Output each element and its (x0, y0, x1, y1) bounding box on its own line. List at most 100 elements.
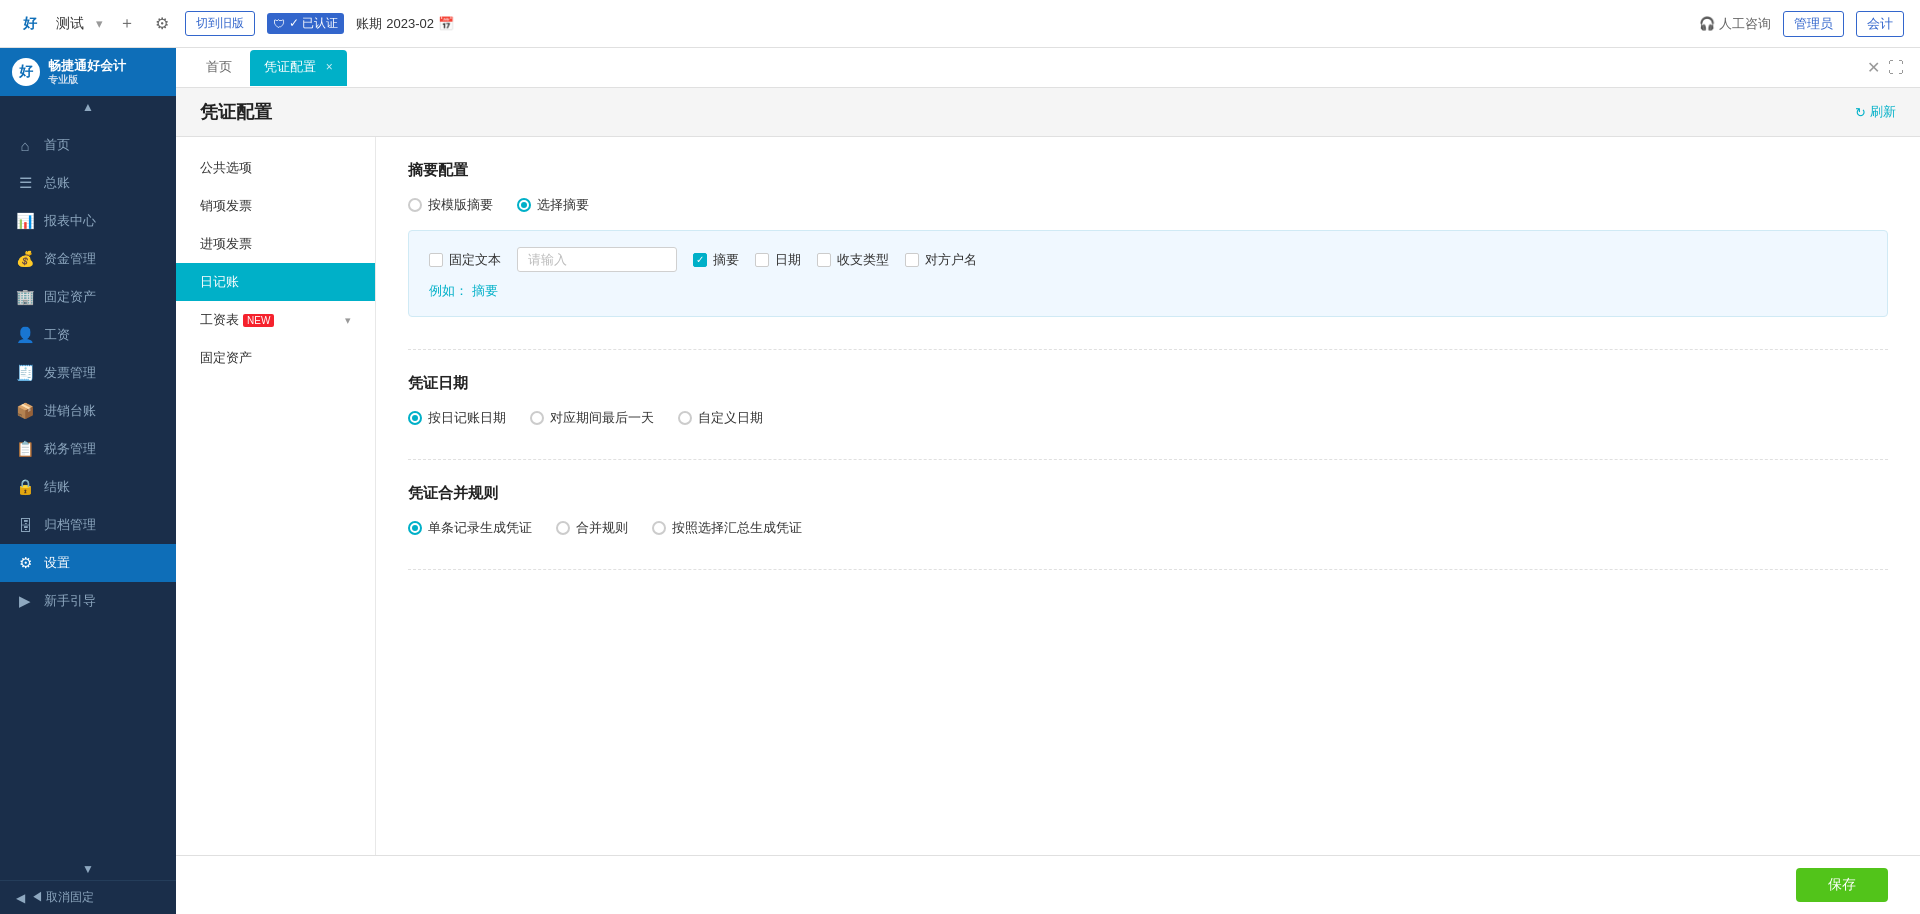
refresh-button[interactable]: ↻ 刷新 (1855, 103, 1896, 121)
sidebar-item-tax[interactable]: 📋 税务管理 (0, 430, 176, 468)
sidebar-item-invoice[interactable]: 🧾 发票管理 (0, 354, 176, 392)
radio-merge-circle (556, 521, 570, 535)
checkbox-counterpart[interactable]: 对方户名 (905, 251, 977, 269)
sidebar-item-purchase[interactable]: 📦 进销台账 (0, 392, 176, 430)
summary-config-row: 固定文本 ✓ 摘要 日期 (429, 247, 1867, 272)
admin-button[interactable]: 管理员 (1783, 11, 1844, 37)
logo-main: 畅捷通好会计 (48, 58, 126, 74)
fullscreen-button[interactable]: ⛶ (1888, 59, 1904, 77)
checkbox-date[interactable]: 日期 (755, 251, 801, 269)
radio-period-last[interactable]: 对应期间最后一天 (530, 409, 654, 427)
summary-radio-group: 按模版摘要 选择摘要 (408, 196, 1888, 214)
sidebar-item-guide[interactable]: ▶ 新手引导 (0, 582, 176, 620)
tab-actions: ✕ ⛶ (1867, 58, 1904, 77)
fixed-text-checkbox (429, 253, 443, 267)
tab-close-icon[interactable]: × (326, 60, 333, 74)
income-type-checkbox (817, 253, 831, 267)
page-title: 凭证配置 (200, 100, 272, 124)
counterpart-checkbox (905, 253, 919, 267)
sidebar-item-assets[interactable]: 🏢 固定资产 (0, 278, 176, 316)
summary-section: 摘要配置 按模版摘要 选择摘要 (408, 161, 1888, 317)
date-checkbox (755, 253, 769, 267)
radio-single[interactable]: 单条记录生成凭证 (408, 519, 532, 537)
checkbox-summary[interactable]: ✓ 摘要 (693, 251, 739, 269)
merge-title: 凭证合并规则 (408, 484, 1888, 503)
tab-voucher-config[interactable]: 凭证配置 × (250, 50, 347, 86)
logo-sub: 专业版 (48, 74, 126, 86)
sidebar-item-ledger[interactable]: ☰ 总账 (0, 164, 176, 202)
sidebar-item-salary[interactable]: 👤 工资 (0, 316, 176, 354)
save-bar: 保存 (176, 855, 1920, 914)
summary-title: 摘要配置 (408, 161, 1888, 180)
left-nav-purchase-invoice[interactable]: 进项发票 (176, 225, 375, 263)
service-button[interactable]: 🎧 人工咨询 (1699, 15, 1771, 33)
tab-home[interactable]: 首页 (192, 50, 246, 86)
content-area: 首页 凭证配置 × ✕ ⛶ 凭证配置 ↻ 刷新 公共选项 (176, 48, 1920, 914)
salary-icon: 👤 (16, 326, 34, 344)
summary-checkbox: ✓ (693, 253, 707, 267)
checkbox-income-type[interactable]: 收支类型 (817, 251, 889, 269)
radio-template-summary[interactable]: 按模版摘要 (408, 196, 493, 214)
merge-section: 凭证合并规则 单条记录生成凭证 合并规则 按照选择汇总生成凭证 (408, 484, 1888, 537)
radio-merge[interactable]: 合并规则 (556, 519, 628, 537)
radio-by-selection-circle (652, 521, 666, 535)
summary-config-box: 固定文本 ✓ 摘要 日期 (408, 230, 1888, 317)
right-content: 摘要配置 按模版摘要 选择摘要 (376, 137, 1920, 855)
scroll-down-arrow[interactable]: ▼ (0, 858, 176, 880)
refresh-icon: ↻ (1855, 105, 1866, 120)
inner-layout: 公共选项 销项发票 进项发票 日记账 工资表 NEW ▾ 固定资产 (176, 137, 1920, 855)
left-nav: 公共选项 销项发票 进项发票 日记账 工资表 NEW ▾ 固定资产 (176, 137, 376, 855)
radio-custom-date-circle (678, 411, 692, 425)
left-nav-sales-invoice[interactable]: 销项发票 (176, 187, 375, 225)
radio-journal-date[interactable]: 按日记账日期 (408, 409, 506, 427)
sidebar-item-capital[interactable]: 💰 资金管理 (0, 240, 176, 278)
sidebar-logo: 好 畅捷通好会计 专业版 (0, 48, 176, 96)
merge-radio-group: 单条记录生成凭证 合并规则 按照选择汇总生成凭证 (408, 519, 1888, 537)
project-name: 测试 (56, 15, 84, 33)
sidebar-item-home[interactable]: ⌂ 首页 (0, 126, 176, 164)
tab-bar: 首页 凭证配置 × ✕ ⛶ (176, 48, 1920, 88)
example-prefix: 例如： (429, 283, 468, 298)
radio-select-summary[interactable]: 选择摘要 (517, 196, 589, 214)
sidebar-item-closing[interactable]: 🔒 结账 (0, 468, 176, 506)
logo-icon: 好 (16, 10, 44, 38)
divider-1 (408, 349, 1888, 350)
left-nav-public[interactable]: 公共选项 (176, 149, 375, 187)
invoice-icon: 🧾 (16, 364, 34, 382)
example-value: 摘要 (472, 283, 498, 298)
divider-2 (408, 459, 1888, 460)
fixed-text-input[interactable] (517, 247, 677, 272)
radio-by-selection[interactable]: 按照选择汇总生成凭证 (652, 519, 802, 537)
sidebar-item-report[interactable]: 📊 报表中心 (0, 202, 176, 240)
close-tab-button[interactable]: ✕ (1867, 58, 1880, 77)
period-display: 账期 2023-02 📅 (356, 15, 454, 33)
new-badge: NEW (243, 314, 274, 327)
tax-icon: 📋 (16, 440, 34, 458)
certified-badge: 🛡 ✓ 已认证 (267, 13, 344, 34)
accountant-button[interactable]: 会计 (1856, 11, 1904, 37)
sidebar-item-settings[interactable]: ⚙ 设置 (0, 544, 176, 582)
scroll-up-arrow[interactable]: ▲ (0, 96, 176, 118)
checkbox-fixed-text[interactable]: 固定文本 (429, 251, 501, 269)
settings-icon[interactable]: ⚙ (151, 10, 173, 37)
left-nav-payroll[interactable]: 工资表 NEW ▾ (176, 301, 375, 339)
switch-old-version-button[interactable]: 切到旧版 (185, 11, 255, 36)
add-button[interactable]: ＋ (115, 9, 139, 38)
purchase-icon: 📦 (16, 402, 34, 420)
sidebar: 好 畅捷通好会计 专业版 ▲ ⌂ 首页 ☰ 总账 📊 报表中心 💰 资金管理 (0, 48, 176, 914)
sidebar-item-archive[interactable]: 🗄 归档管理 (0, 506, 176, 544)
cancel-fixed-button[interactable]: ◀ ◀ 取消固定 (0, 880, 176, 914)
left-nav-fixed-assets[interactable]: 固定资产 (176, 339, 375, 377)
save-button[interactable]: 保存 (1796, 868, 1888, 902)
radio-select-circle (517, 198, 531, 212)
unpin-icon: ◀ (16, 891, 25, 905)
calendar-icon[interactable]: 📅 (438, 16, 454, 31)
radio-custom-date[interactable]: 自定义日期 (678, 409, 763, 427)
logo-text: 畅捷通好会计 专业版 (48, 58, 126, 86)
project-chevron-icon[interactable]: ▾ (96, 16, 103, 31)
divider-3 (408, 569, 1888, 570)
left-nav-journal[interactable]: 日记账 (176, 263, 375, 301)
radio-period-last-circle (530, 411, 544, 425)
logo-mark: 好 (12, 58, 40, 86)
report-icon: 📊 (16, 212, 34, 230)
